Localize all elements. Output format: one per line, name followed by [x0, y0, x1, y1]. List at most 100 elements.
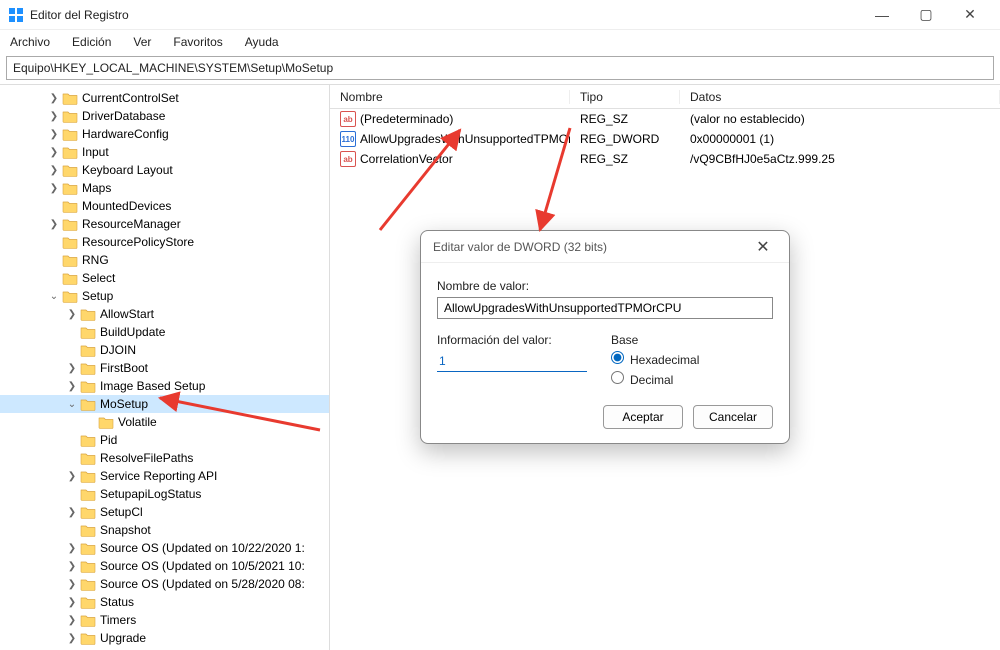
twisty-icon[interactable]: ❯ — [48, 147, 60, 158]
folder-icon — [62, 253, 78, 267]
folder-icon — [62, 91, 78, 105]
twisty-icon[interactable]: ❯ — [66, 507, 78, 518]
address-bar[interactable]: Equipo\HKEY_LOCAL_MACHINE\SYSTEM\Setup\M… — [6, 56, 994, 80]
folder-icon — [80, 541, 96, 555]
tree-item[interactable]: ❯Status — [0, 593, 330, 611]
tree-item[interactable]: RNG — [0, 251, 330, 269]
twisty-icon[interactable]: ❯ — [66, 381, 78, 392]
tree-item[interactable]: ❯FirstBoot — [0, 359, 330, 377]
maximize-button[interactable]: ▢ — [904, 0, 948, 30]
tree-item[interactable]: Snapshot — [0, 521, 330, 539]
value-type: REG_SZ — [570, 112, 680, 126]
tree-item[interactable]: ❯ SetupCl — [0, 503, 330, 521]
twisty-icon[interactable]: ❯ — [66, 561, 78, 572]
menu-favoritos[interactable]: Favoritos — [169, 33, 226, 51]
tree-panel[interactable]: ❯CurrentControlSet❯DriverDatabase❯Hardwa… — [0, 85, 330, 650]
ok-button[interactable]: Aceptar — [603, 405, 683, 429]
twisty-icon[interactable]: ❯ — [48, 219, 60, 230]
folder-icon — [80, 325, 96, 339]
dialog-close-icon[interactable]: ✕ — [749, 237, 777, 257]
tree-item[interactable]: ❯Source OS (Updated on 10/22/2020 1: — [0, 539, 330, 557]
tree-item-label: Source OS (Updated on 5/28/2020 08: — [100, 577, 305, 591]
value-row[interactable]: 110AllowUpgradesWithUnsupportedTPMOr...R… — [330, 129, 1000, 149]
folder-icon — [80, 451, 96, 465]
tree-item-label: Timers — [100, 613, 136, 627]
value-row[interactable]: ab(Predeterminado)REG_SZ(valor no establ… — [330, 109, 1000, 129]
tree-item[interactable]: ❯Service Reporting API — [0, 467, 330, 485]
twisty-icon[interactable]: ⌄ — [66, 399, 78, 410]
tree-item[interactable]: ❯Upgrade — [0, 629, 330, 647]
menu-edicion[interactable]: Edición — [68, 33, 115, 51]
twisty-icon[interactable]: ❯ — [66, 309, 78, 320]
tree-item[interactable]: ⌄ MoSetup — [0, 395, 330, 413]
tree-item[interactable]: BuildUpdate — [0, 323, 330, 341]
radio-hex[interactable]: Hexadecimal — [611, 351, 699, 367]
twisty-icon[interactable]: ❯ — [48, 129, 60, 140]
radio-dec[interactable]: Decimal — [611, 371, 699, 387]
tree-item[interactable]: ResourcePolicyStore — [0, 233, 330, 251]
twisty-icon[interactable]: ❯ — [48, 183, 60, 194]
menu-bar: Archivo Edición Ver Favoritos Ayuda — [0, 30, 1000, 54]
twisty-icon[interactable]: ❯ — [66, 597, 78, 608]
value-type-icon: ab — [340, 151, 356, 167]
tree-item-label: SetupCl — [100, 505, 143, 519]
col-data[interactable]: Datos — [680, 90, 1000, 104]
twisty-icon[interactable]: ❯ — [66, 363, 78, 374]
menu-archivo[interactable]: Archivo — [6, 33, 54, 51]
tree-item-label: BuildUpdate — [100, 325, 165, 339]
tree-item[interactable]: ⌄ Setup — [0, 287, 330, 305]
close-button[interactable]: ✕ — [948, 0, 992, 30]
tree-item[interactable]: MountedDevices — [0, 197, 330, 215]
tree-item-label: Setup — [82, 289, 113, 303]
tree-item[interactable]: DJOIN — [0, 341, 330, 359]
cancel-button[interactable]: Cancelar — [693, 405, 773, 429]
value-type-icon: ab — [340, 111, 356, 127]
twisty-icon[interactable]: ❯ — [48, 165, 60, 176]
tree-item[interactable]: ❯CurrentControlSet — [0, 89, 330, 107]
tree-item[interactable]: ❯HardwareConfig — [0, 125, 330, 143]
value-name-input[interactable] — [437, 297, 773, 319]
twisty-icon[interactable]: ❯ — [66, 633, 78, 644]
menu-ver[interactable]: Ver — [129, 33, 155, 51]
tree-item[interactable]: ❯AllowStart — [0, 305, 330, 323]
value-type: REG_DWORD — [570, 132, 680, 146]
twisty-icon[interactable]: ❯ — [66, 543, 78, 554]
tree-item[interactable]: ❯ Maps — [0, 179, 330, 197]
folder-icon — [80, 343, 96, 357]
tree-item[interactable]: ResolveFilePaths — [0, 449, 330, 467]
tree-item[interactable]: ❯Source OS (Updated on 10/5/2021 10: — [0, 557, 330, 575]
twisty-icon[interactable]: ❯ — [66, 471, 78, 482]
tree-item-label: Volatile — [118, 415, 157, 429]
menu-ayuda[interactable]: Ayuda — [241, 33, 283, 51]
minimize-button[interactable]: — — [860, 0, 904, 30]
value-data: /vQ9CBfHJ0e5aCtz.999.25 — [680, 152, 1000, 166]
col-name[interactable]: Nombre — [330, 90, 570, 104]
tree-item-label: DriverDatabase — [82, 109, 165, 123]
tree-item[interactable]: ❯Image Based Setup — [0, 377, 330, 395]
tree-item-label: Pid — [100, 433, 117, 447]
twisty-icon[interactable]: ❯ — [66, 615, 78, 626]
tree-item-label: MoSetup — [100, 397, 148, 411]
folder-icon — [98, 415, 114, 429]
tree-item[interactable]: ❯ResourceManager — [0, 215, 330, 233]
value-row[interactable]: abCorrelationVectorREG_SZ/vQ9CBfHJ0e5aCt… — [330, 149, 1000, 169]
col-type[interactable]: Tipo — [570, 90, 680, 104]
value-name-label: Nombre de valor: — [437, 279, 773, 293]
tree-item-label: Maps — [82, 181, 111, 195]
twisty-icon[interactable]: ❯ — [66, 579, 78, 590]
tree-item[interactable]: ❯ Timers — [0, 611, 330, 629]
twisty-icon[interactable]: ❯ — [48, 111, 60, 122]
tree-item-label: Select — [82, 271, 115, 285]
tree-item[interactable]: Volatile — [0, 413, 330, 431]
tree-item[interactable]: Select — [0, 269, 330, 287]
tree-item[interactable]: ❯ DriverDatabase — [0, 107, 330, 125]
value-data-input[interactable] — [437, 351, 587, 372]
tree-item[interactable]: SetupapiLogStatus — [0, 485, 330, 503]
tree-item[interactable]: ❯Input — [0, 143, 330, 161]
tree-item[interactable]: ❯Keyboard Layout — [0, 161, 330, 179]
twisty-icon[interactable]: ❯ — [48, 93, 60, 104]
folder-icon — [80, 433, 96, 447]
tree-item[interactable]: Pid — [0, 431, 330, 449]
twisty-icon[interactable]: ⌄ — [48, 291, 60, 302]
tree-item[interactable]: ❯ Source OS (Updated on 5/28/2020 08: — [0, 575, 330, 593]
